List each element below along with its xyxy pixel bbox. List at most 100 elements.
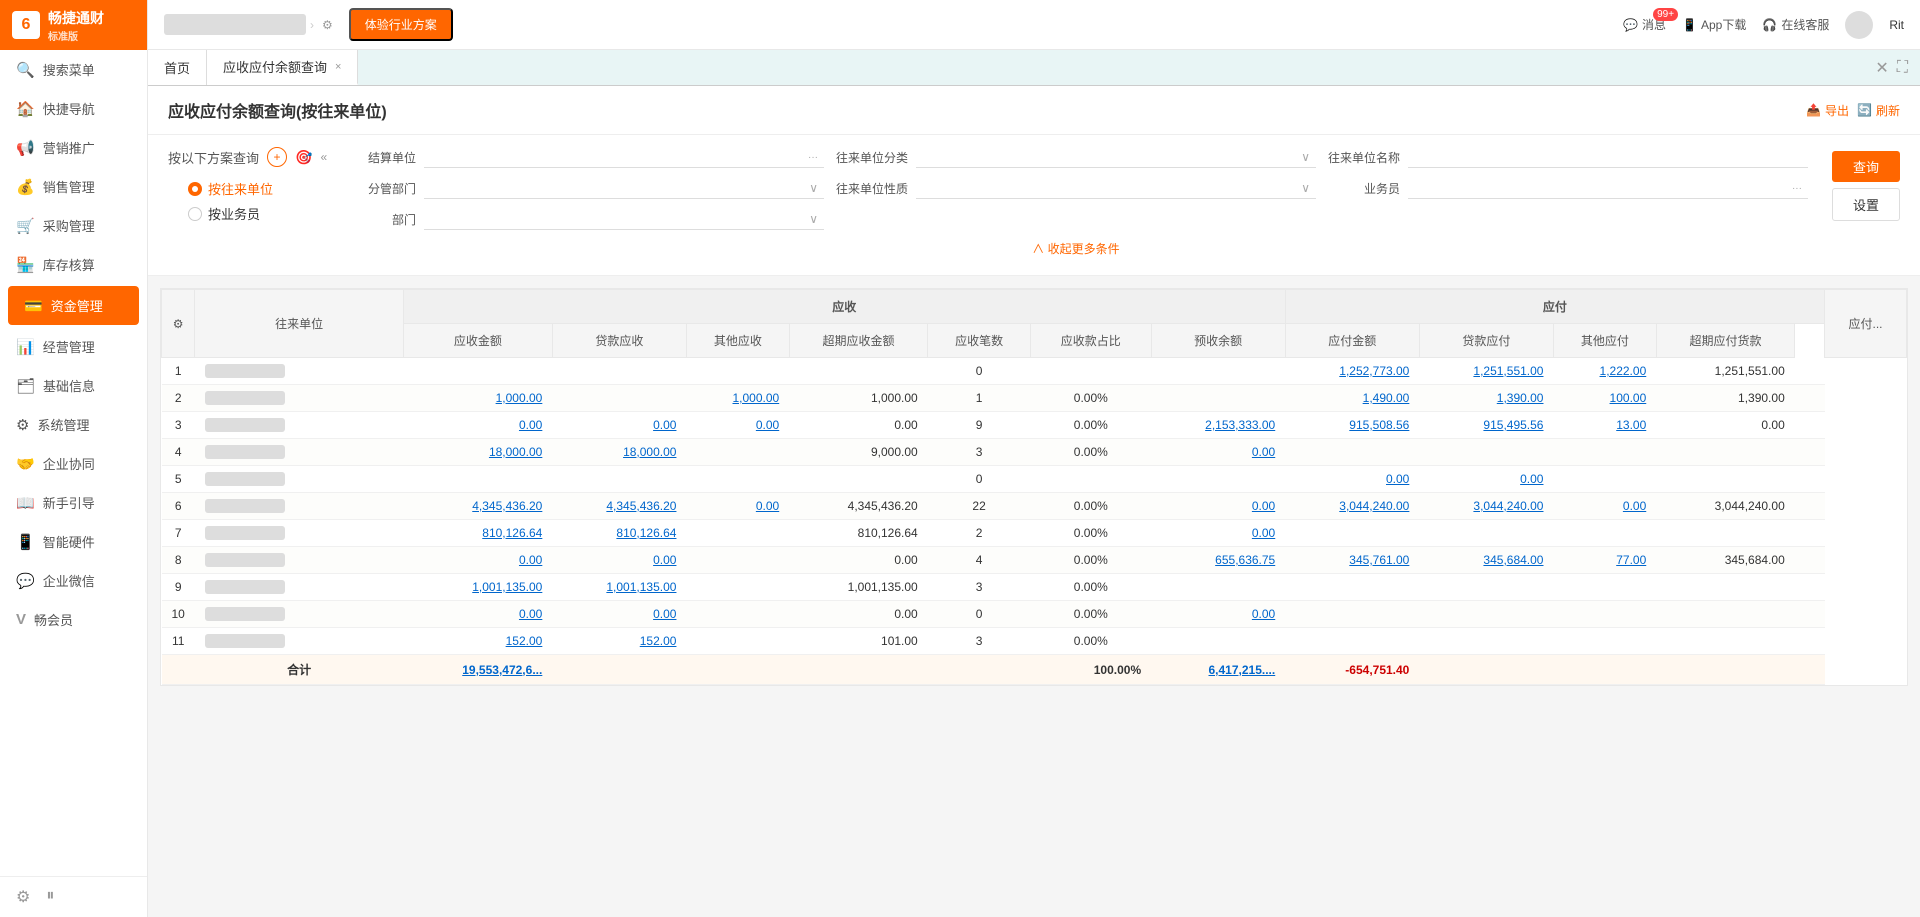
settings-button[interactable]: 设置 xyxy=(1832,188,1900,221)
salesman-input[interactable]: ··· xyxy=(1408,178,1808,199)
header-gear-icon[interactable]: ⚙ xyxy=(322,18,333,32)
search-back-icon[interactable]: « xyxy=(320,150,327,164)
sidebar-item-guide[interactable]: 📖 新手引导 xyxy=(0,483,147,522)
partner-nature-select[interactable]: ∨ xyxy=(916,178,1316,199)
tab-fullscreen-icon[interactable]: ⛶ xyxy=(1897,59,1908,77)
cell-recv-amount[interactable]: 1,000.00 xyxy=(403,385,552,412)
cell-pay-loan[interactable]: 0.00 xyxy=(1419,466,1553,493)
tab-current[interactable]: 应收应付余额查询 × xyxy=(207,50,358,85)
cell-recv-prepay[interactable]: 0.00 xyxy=(1151,601,1285,628)
cell-recv-loan[interactable]: 810,126.64 xyxy=(552,520,686,547)
salesman-text[interactable] xyxy=(1414,181,1792,195)
cell-pay-amount[interactable]: 3,044,240.00 xyxy=(1285,493,1419,520)
cell-recv-amount[interactable]: 152.00 xyxy=(403,628,552,655)
cell-recv-prepay[interactable]: 0.00 xyxy=(1151,493,1285,520)
sidebar-collapse-icon[interactable]: ⏸ xyxy=(46,887,54,907)
sidebar-item-system[interactable]: ⚙ 系统管理 xyxy=(0,405,147,444)
cell-recv-amount[interactable]: 0.00 xyxy=(403,547,552,574)
query-button[interactable]: 查询 xyxy=(1832,151,1900,182)
partner-name-text[interactable] xyxy=(1414,150,1802,164)
sidebar-item-sales[interactable]: 💰 销售管理 xyxy=(0,167,147,206)
cell-pay-amount[interactable]: 0.00 xyxy=(1285,466,1419,493)
total-recv-prepay[interactable]: 6,417,215.... xyxy=(1151,655,1285,685)
partner-category-select[interactable]: ∨ xyxy=(916,147,1316,168)
cell-pay-amount[interactable]: 915,508.56 xyxy=(1285,412,1419,439)
cell-recv-loan[interactable]: 152.00 xyxy=(552,628,686,655)
cell-pay-other[interactable]: 100.00 xyxy=(1553,385,1656,412)
message-badge[interactable]: 💬 消息 99+ xyxy=(1623,16,1666,33)
cell-recv-prepay[interactable]: 655,636.75 xyxy=(1151,547,1285,574)
cell-pay-amount[interactable]: 1,490.00 xyxy=(1285,385,1419,412)
sidebar-item-basic-info[interactable]: 🗂 基础信息 xyxy=(0,366,147,405)
online-service[interactable]: 🎧 在线客服 xyxy=(1762,16,1829,33)
cell-recv-amount[interactable]: 0.00 xyxy=(403,601,552,628)
partner-name-input[interactable] xyxy=(1408,147,1808,168)
tab-close-window-icon[interactable]: ✕ xyxy=(1875,58,1888,78)
cell-recv-amount[interactable]: 4,345,436.20 xyxy=(403,493,552,520)
cell-pay-loan[interactable]: 1,390.00 xyxy=(1419,385,1553,412)
app-download[interactable]: 📱 App下载 xyxy=(1682,16,1746,33)
cell-recv-amount[interactable]: 0.00 xyxy=(403,412,552,439)
cell-recv-overdue: 1,000.00 xyxy=(789,385,928,412)
cell-recv-amount[interactable]: 18,000.00 xyxy=(403,439,552,466)
cell-recv-loan[interactable]: 0.00 xyxy=(552,601,686,628)
cell-pay-overdue xyxy=(1656,520,1795,547)
sidebar-item-purchase[interactable]: 🛒 采购管理 xyxy=(0,206,147,245)
cell-recv-amount[interactable]: 810,126.64 xyxy=(403,520,552,547)
cell-recv-other[interactable]: 0.00 xyxy=(686,412,789,439)
cell-recv-loan[interactable]: 4,345,436.20 xyxy=(552,493,686,520)
tab-close-icon[interactable]: × xyxy=(335,61,341,73)
cell-recv-prepay[interactable]: 0.00 xyxy=(1151,520,1285,547)
promo-button[interactable]: 体验行业方案 xyxy=(349,8,453,41)
cell-recv-loan[interactable]: 18,000.00 xyxy=(552,439,686,466)
cell-recv-other[interactable]: 0.00 xyxy=(686,493,789,520)
sidebar-item-wechat[interactable]: 💬 企业微信 xyxy=(0,561,147,600)
search-option-by-partner[interactable]: 按往来单位 xyxy=(188,179,328,198)
sidebar-item-search-menu[interactable]: 🔍 搜索菜单 xyxy=(0,50,147,89)
search-target-icon[interactable]: 🎯 xyxy=(295,149,312,166)
tab-home[interactable]: 首页 xyxy=(148,50,207,85)
cell-pay-other[interactable]: 1,222.00 xyxy=(1553,358,1656,385)
total-recv-amount[interactable]: 19,553,472,6... xyxy=(403,655,552,685)
cell-pay-loan[interactable]: 3,044,240.00 xyxy=(1419,493,1553,520)
by-salesman-label: 按业务员 xyxy=(208,204,260,223)
settlement-unit-input[interactable]: ··· xyxy=(424,147,824,168)
cell-pay-loan[interactable]: 345,684.00 xyxy=(1419,547,1553,574)
cell-recv-amount[interactable]: 1,001,135.00 xyxy=(403,574,552,601)
cell-recv-loan[interactable]: 0.00 xyxy=(552,547,686,574)
sidebar-item-finance[interactable]: 💳 资金管理 xyxy=(8,286,139,325)
sidebar-item-marketing[interactable]: 📢 营销推广 xyxy=(0,128,147,167)
search-add-button[interactable]: + xyxy=(267,147,287,167)
collapse-bar[interactable]: ∧ 收起更多条件 xyxy=(344,234,1808,263)
cell-recv-loan[interactable]: 1,001,135.00 xyxy=(552,574,686,601)
sidebar-settings-icon[interactable]: ⚙ xyxy=(16,887,30,907)
cell-pay-other[interactable]: 0.00 xyxy=(1553,493,1656,520)
refresh-button[interactable]: 🔄 刷新 xyxy=(1857,102,1900,119)
cell-recv-prepay[interactable]: 0.00 xyxy=(1151,439,1285,466)
cell-pay-amount[interactable]: 345,761.00 xyxy=(1285,547,1419,574)
search-options: 按往来单位 按业务员 xyxy=(188,179,328,223)
department-select[interactable]: ∨ xyxy=(424,209,824,230)
export-button[interactable]: 📤 导出 xyxy=(1806,102,1849,119)
user-avatar[interactable] xyxy=(1845,11,1873,39)
cell-recv-loan[interactable]: 0.00 xyxy=(552,412,686,439)
cell-recv-other[interactable]: 1,000.00 xyxy=(686,385,789,412)
sidebar-item-operation[interactable]: 📊 经营管理 xyxy=(0,327,147,366)
cell-pay-other[interactable]: 77.00 xyxy=(1553,547,1656,574)
cell-pay-loan[interactable]: 1,251,551.00 xyxy=(1419,358,1553,385)
sidebar-item-inventory[interactable]: 🏪 库存核算 xyxy=(0,245,147,284)
cell-pay-loan xyxy=(1419,439,1553,466)
search-option-by-salesman[interactable]: 按业务员 xyxy=(188,204,328,223)
cell-pay-other[interactable]: 13.00 xyxy=(1553,412,1656,439)
dept-select[interactable]: ∨ xyxy=(424,178,824,199)
sidebar-item-member[interactable]: V 畅会员 xyxy=(0,600,147,639)
table-row: 2 1,000.00 1,000.00 1,000.00 1 0.00% 1,4… xyxy=(162,385,1907,412)
cell-recv-prepay[interactable]: 2,153,333.00 xyxy=(1151,412,1285,439)
sidebar-item-cooperation[interactable]: 🤝 企业协同 xyxy=(0,444,147,483)
cell-pay-loan[interactable]: 915,495.56 xyxy=(1419,412,1553,439)
col-settings[interactable]: ⚙ xyxy=(162,290,195,358)
sidebar-item-quick-nav[interactable]: 🏠 快捷导航 xyxy=(0,89,147,128)
cell-pay-amount[interactable]: 1,252,773.00 xyxy=(1285,358,1419,385)
sidebar-item-hardware[interactable]: 📱 智能硬件 xyxy=(0,522,147,561)
settlement-unit-text[interactable] xyxy=(430,150,808,164)
